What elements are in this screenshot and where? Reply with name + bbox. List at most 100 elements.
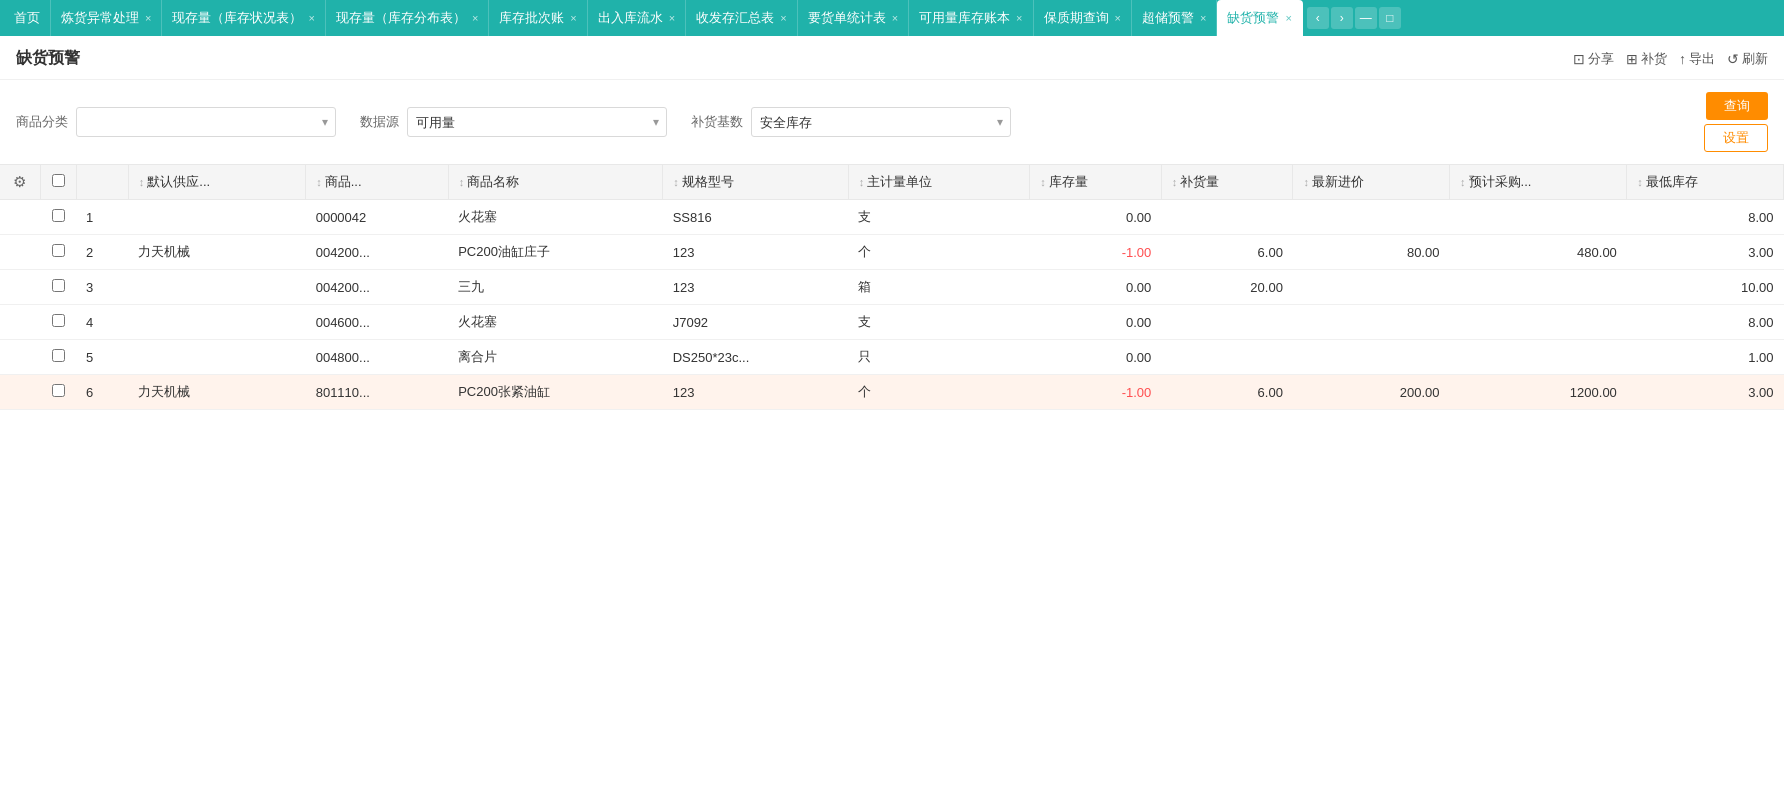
- row-spec-cell: J7092: [663, 305, 848, 340]
- data-table: ⚙ 默认供应... 商品... 商品名称 规格型号 主计量单位 库存量 补货量 …: [0, 164, 1784, 410]
- tab-batch-account[interactable]: 库存批次账 ×: [489, 0, 587, 36]
- tab-demand-stats[interactable]: 要货单统计表 ×: [798, 0, 909, 36]
- select-all-checkbox[interactable]: [52, 174, 65, 187]
- page-title: 缺货预警: [16, 48, 80, 69]
- row-gear-cell: [0, 305, 40, 340]
- row-code-cell: 004800...: [306, 340, 448, 375]
- row-unit-cell: 个: [848, 375, 1030, 410]
- tab-close-receive-summary[interactable]: ×: [780, 12, 786, 24]
- row-gear-cell: [0, 200, 40, 235]
- col-header-name[interactable]: 商品名称: [448, 165, 663, 200]
- row-est-purchase-cell: 480.00: [1449, 235, 1626, 270]
- row-min-stock-cell: 3.00: [1627, 235, 1784, 270]
- col-header-checkbox: [40, 165, 76, 200]
- col-header-stock[interactable]: 库存量: [1030, 165, 1162, 200]
- row-checkbox[interactable]: [52, 244, 65, 257]
- replenish-icon: ⊞: [1626, 51, 1638, 67]
- share-icon: ⊡: [1573, 51, 1585, 67]
- row-num-cell: 2: [76, 235, 128, 270]
- row-latest-price-cell: [1293, 200, 1450, 235]
- tab-prev-button[interactable]: ‹: [1307, 7, 1329, 29]
- row-replenish-cell: [1161, 200, 1293, 235]
- row-checkbox-cell: [40, 305, 76, 340]
- table-row: 5 004800... 离合片 DS250*23c... 只 0.00 1.00: [0, 340, 1784, 375]
- row-checkbox[interactable]: [52, 314, 65, 327]
- tab-minimize-button[interactable]: —: [1355, 7, 1377, 29]
- tab-nav-buttons: ‹ › — □: [1307, 7, 1401, 29]
- row-num-cell: 6: [76, 375, 128, 410]
- col-header-supplier[interactable]: 默认供应...: [128, 165, 305, 200]
- settings-button[interactable]: 设置: [1704, 124, 1768, 152]
- row-checkbox[interactable]: [52, 349, 65, 362]
- row-supplier-cell: 力天机械: [128, 375, 305, 410]
- datasource-select-wrapper: 可用量 ▾: [407, 107, 667, 137]
- row-checkbox[interactable]: [52, 209, 65, 222]
- replenish-button[interactable]: ⊞ 补货: [1626, 50, 1667, 68]
- row-replenish-cell: [1161, 305, 1293, 340]
- filter-datasource-group: 数据源 可用量 ▾: [360, 107, 667, 137]
- row-unit-cell: 支: [848, 200, 1030, 235]
- row-code-cell: 801110...: [306, 375, 448, 410]
- tab-close-defect-handling[interactable]: ×: [145, 12, 151, 24]
- row-replenish-cell: 20.00: [1161, 270, 1293, 305]
- row-name-cell: 火花塞: [448, 305, 663, 340]
- row-code-cell: 004200...: [306, 235, 448, 270]
- col-header-unit[interactable]: 主计量单位: [848, 165, 1030, 200]
- col-header-replenish[interactable]: 补货量: [1161, 165, 1293, 200]
- row-name-cell: 火花塞: [448, 200, 663, 235]
- replenish-basis-select[interactable]: 安全库存: [751, 107, 1011, 137]
- gear-button[interactable]: ⚙: [13, 173, 26, 191]
- row-checkbox[interactable]: [52, 279, 65, 292]
- row-est-purchase-cell: [1449, 200, 1626, 235]
- row-est-purchase-cell: [1449, 305, 1626, 340]
- datasource-select[interactable]: 可用量: [407, 107, 667, 137]
- tab-close-batch-account[interactable]: ×: [570, 12, 576, 24]
- tab-close-inventory-dist[interactable]: ×: [472, 12, 478, 24]
- row-gear-cell: [0, 235, 40, 270]
- tab-close-overstock-warning[interactable]: ×: [1200, 12, 1206, 24]
- replenish-basis-label: 补货基数: [691, 113, 743, 131]
- refresh-button[interactable]: ↺ 刷新: [1727, 50, 1768, 68]
- tab-close-available-ledger[interactable]: ×: [1016, 12, 1022, 24]
- export-button[interactable]: ↑ 导出: [1679, 50, 1715, 68]
- col-header-spec[interactable]: 规格型号: [663, 165, 848, 200]
- col-header-latest-price[interactable]: 最新进价: [1293, 165, 1450, 200]
- tab-expiry-query[interactable]: 保质期查询 ×: [1034, 0, 1132, 36]
- tab-close-inventory-status[interactable]: ×: [308, 12, 314, 24]
- tab-shortage-warning[interactable]: 缺货预警 ×: [1217, 0, 1302, 36]
- tab-close-expiry-query[interactable]: ×: [1115, 12, 1121, 24]
- row-replenish-cell: [1161, 340, 1293, 375]
- col-header-est-purchase[interactable]: 预计采购...: [1449, 165, 1626, 200]
- row-stock-cell: 0.00: [1030, 270, 1162, 305]
- tab-close-shortage-warning[interactable]: ×: [1285, 12, 1291, 24]
- tab-in-out-flow[interactable]: 出入库流水 ×: [588, 0, 686, 36]
- row-est-purchase-cell: 1200.00: [1449, 375, 1626, 410]
- datasource-label: 数据源: [360, 113, 399, 131]
- row-checkbox[interactable]: [52, 384, 65, 397]
- tab-next-button[interactable]: ›: [1331, 7, 1353, 29]
- row-gear-cell: [0, 375, 40, 410]
- export-icon: ↑: [1679, 51, 1686, 67]
- tab-defect-handling[interactable]: 炼货异常处理 ×: [51, 0, 162, 36]
- category-select[interactable]: [76, 107, 336, 137]
- row-supplier-cell: 力天机械: [128, 235, 305, 270]
- share-button[interactable]: ⊡ 分享: [1573, 50, 1614, 68]
- tab-home[interactable]: 首页: [4, 0, 51, 36]
- query-button[interactable]: 查询: [1706, 92, 1768, 120]
- tab-inventory-status[interactable]: 现存量（库存状况表） ×: [162, 0, 325, 36]
- row-checkbox-cell: [40, 340, 76, 375]
- col-header-min-stock[interactable]: 最低库存: [1627, 165, 1784, 200]
- tab-overstock-warning[interactable]: 超储预警 ×: [1132, 0, 1217, 36]
- col-header-gear: ⚙: [0, 165, 40, 200]
- col-header-code[interactable]: 商品...: [306, 165, 448, 200]
- tab-inventory-dist[interactable]: 现存量（库存分布表） ×: [326, 0, 489, 36]
- tab-available-ledger[interactable]: 可用量库存账本 ×: [909, 0, 1033, 36]
- row-supplier-cell: [128, 305, 305, 340]
- tab-close-in-out-flow[interactable]: ×: [669, 12, 675, 24]
- tab-close-demand-stats[interactable]: ×: [892, 12, 898, 24]
- row-spec-cell: SS816: [663, 200, 848, 235]
- row-spec-cell: DS250*23c...: [663, 340, 848, 375]
- filter-category-group: 商品分类 ▾: [16, 107, 336, 137]
- tab-receive-summary[interactable]: 收发存汇总表 ×: [686, 0, 797, 36]
- tab-maximize-button[interactable]: □: [1379, 7, 1401, 29]
